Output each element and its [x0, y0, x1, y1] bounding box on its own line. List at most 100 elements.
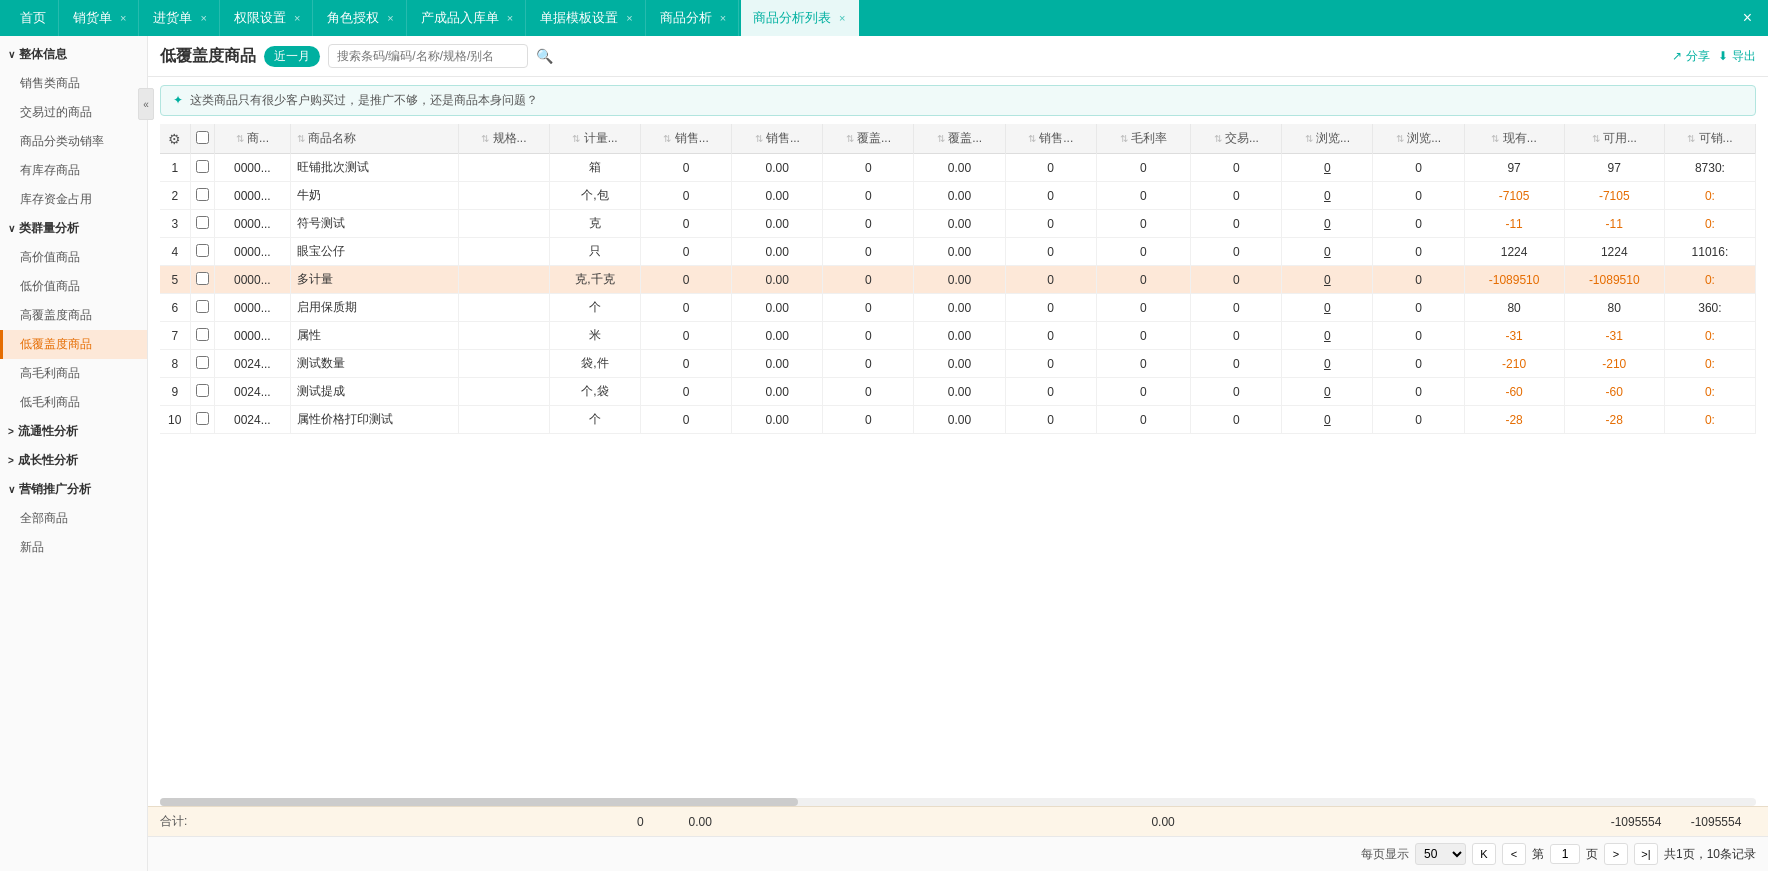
page-number-input[interactable] — [1550, 844, 1580, 864]
row-checkbox[interactable] — [190, 406, 214, 434]
last-page-button[interactable]: >| — [1634, 843, 1658, 865]
sidebar-group-marketing[interactable]: ∨ 营销推广分析 — [0, 475, 147, 504]
sidebar-item-sales-products[interactable]: 销售类商品 — [0, 69, 147, 98]
nav-tab-8[interactable]: 商品分析列表 × — [741, 0, 858, 36]
col-sales2[interactable]: ⇅ 销售... — [732, 124, 823, 154]
nav-tab-5-close[interactable]: × — [507, 12, 513, 24]
next-page-button[interactable]: > — [1604, 843, 1628, 865]
nav-tab-4-close[interactable]: × — [387, 12, 393, 24]
col-sales3[interactable]: ⇅ 销售... — [1005, 124, 1096, 154]
col-coverage2[interactable]: ⇅ 覆盖... — [914, 124, 1005, 154]
row-browse1[interactable]: 0 — [1282, 350, 1373, 378]
sidebar-item-all-products[interactable]: 全部商品 — [0, 504, 147, 533]
row-checkbox[interactable] — [190, 378, 214, 406]
row-name[interactable]: 符号测试 — [291, 210, 459, 238]
col-stock1[interactable]: ⇅ 现有... — [1464, 124, 1564, 154]
sidebar-group-liquidity[interactable]: > 流通性分析 — [0, 417, 147, 446]
col-tx[interactable]: ⇅ 交易... — [1191, 124, 1282, 154]
sidebar-group-overall[interactable]: ∨ 整体信息 — [0, 40, 147, 69]
row-checkbox[interactable] — [190, 154, 214, 182]
row-browse1[interactable]: 0 — [1282, 238, 1373, 266]
page-size-select[interactable]: 50 20 100 — [1415, 843, 1466, 865]
nav-tab-1[interactable]: 销货单 × — [61, 0, 139, 36]
row-checkbox[interactable] — [190, 210, 214, 238]
row-browse1[interactable]: 0 — [1282, 182, 1373, 210]
scrollbar-thumb[interactable] — [160, 798, 798, 806]
nav-tab-home[interactable]: 首页 — [8, 0, 59, 36]
share-button[interactable]: ↗ 分享 — [1672, 48, 1710, 65]
sidebar-item-low-margin[interactable]: 低毛利商品 — [0, 388, 147, 417]
nav-tab-7[interactable]: 商品分析 × — [648, 0, 739, 36]
nav-tab-1-close[interactable]: × — [120, 12, 126, 24]
row-browse1[interactable]: 0 — [1282, 210, 1373, 238]
col-sales1[interactable]: ⇅ 销售... — [641, 124, 732, 154]
row-name[interactable]: 测试提成 — [291, 378, 459, 406]
col-spec[interactable]: ⇅ 规格... — [458, 124, 549, 154]
row-name[interactable]: 测试数量 — [291, 350, 459, 378]
row-checkbox[interactable] — [190, 182, 214, 210]
sidebar-collapse-button[interactable]: « — [138, 88, 154, 120]
sidebar-item-high-coverage[interactable]: 高覆盖度商品 — [0, 301, 147, 330]
row-name[interactable]: 眼宝公仔 — [291, 238, 459, 266]
row-browse1[interactable]: 0 — [1282, 378, 1373, 406]
row-checkbox[interactable] — [190, 266, 214, 294]
sidebar-item-stock-capital[interactable]: 库存资金占用 — [0, 185, 147, 214]
nav-tab-2-close[interactable]: × — [200, 12, 206, 24]
row-checkbox[interactable] — [190, 322, 214, 350]
sidebar-item-in-stock[interactable]: 有库存商品 — [0, 156, 147, 185]
col-checkbox[interactable] — [190, 124, 214, 154]
time-filter-button[interactable]: 近一月 — [264, 46, 320, 67]
row-browse1[interactable]: 0 — [1282, 154, 1373, 182]
row-browse1[interactable]: 0 — [1282, 406, 1373, 434]
col-name[interactable]: ⇅ 商品名称 — [291, 124, 459, 154]
row-checkbox[interactable] — [190, 350, 214, 378]
sidebar-item-traded-products[interactable]: 交易过的商品 — [0, 98, 147, 127]
col-gear[interactable]: ⚙ — [160, 124, 190, 154]
export-button[interactable]: ⬇ 导出 — [1718, 48, 1756, 65]
horizontal-scrollbar[interactable] — [160, 798, 1756, 806]
col-coverage1[interactable]: ⇅ 覆盖... — [823, 124, 914, 154]
gear-icon[interactable]: ⚙ — [168, 131, 181, 147]
col-browse1[interactable]: ⇅ 浏览... — [1282, 124, 1373, 154]
nav-tab-4[interactable]: 角色授权 × — [315, 0, 406, 36]
sidebar-item-high-value[interactable]: 高价值商品 — [0, 243, 147, 272]
nav-tab-2[interactable]: 进货单 × — [141, 0, 219, 36]
nav-tab-5[interactable]: 产成品入库单 × — [409, 0, 526, 36]
row-name[interactable]: 属性价格打印测试 — [291, 406, 459, 434]
row-name[interactable]: 启用保质期 — [291, 294, 459, 322]
nav-tab-6[interactable]: 单据模板设置 × — [528, 0, 645, 36]
row-checkbox[interactable] — [190, 238, 214, 266]
col-margin[interactable]: ⇅ 毛利率 — [1096, 124, 1190, 154]
sidebar-item-high-margin[interactable]: 高毛利商品 — [0, 359, 147, 388]
row-browse1[interactable]: 0 — [1282, 322, 1373, 350]
first-page-button[interactable]: K — [1472, 843, 1496, 865]
col-code[interactable]: ⇅ 商... — [214, 124, 291, 154]
col-browse2[interactable]: ⇅ 浏览... — [1373, 124, 1464, 154]
sidebar-item-low-value[interactable]: 低价值商品 — [0, 272, 147, 301]
nav-tab-8-close[interactable]: × — [839, 12, 845, 24]
nav-tab-7-close[interactable]: × — [720, 12, 726, 24]
sidebar-item-category-rate[interactable]: 商品分类动销率 — [0, 127, 147, 156]
sidebar-group-growth[interactable]: > 成长性分析 — [0, 446, 147, 475]
prev-page-button[interactable]: < — [1502, 843, 1526, 865]
row-name[interactable]: 多计量 — [291, 266, 459, 294]
row-browse1[interactable]: 0 — [1282, 294, 1373, 322]
row-checkbox[interactable] — [190, 294, 214, 322]
window-close-button[interactable]: × — [1735, 9, 1760, 27]
nav-tab-3-close[interactable]: × — [294, 12, 300, 24]
nav-tab-3[interactable]: 权限设置 × — [222, 0, 313, 36]
col-stock2[interactable]: ⇅ 可用... — [1564, 124, 1664, 154]
select-all-checkbox[interactable] — [196, 131, 209, 144]
row-name[interactable]: 属性 — [291, 322, 459, 350]
row-name[interactable]: 旺铺批次测试 — [291, 154, 459, 182]
sidebar-item-low-coverage[interactable]: 低覆盖度商品 — [0, 330, 147, 359]
col-stock3[interactable]: ⇅ 可销... — [1664, 124, 1755, 154]
row-name[interactable]: 牛奶 — [291, 182, 459, 210]
search-icon[interactable]: 🔍 — [536, 48, 553, 64]
sidebar-group-category[interactable]: ∨ 类群量分析 — [0, 214, 147, 243]
row-browse1[interactable]: 0 — [1282, 266, 1373, 294]
col-unit[interactable]: ⇅ 计量... — [549, 124, 640, 154]
sidebar-item-new-products[interactable]: 新品 — [0, 533, 147, 562]
nav-tab-6-close[interactable]: × — [626, 12, 632, 24]
search-input[interactable] — [328, 44, 528, 68]
